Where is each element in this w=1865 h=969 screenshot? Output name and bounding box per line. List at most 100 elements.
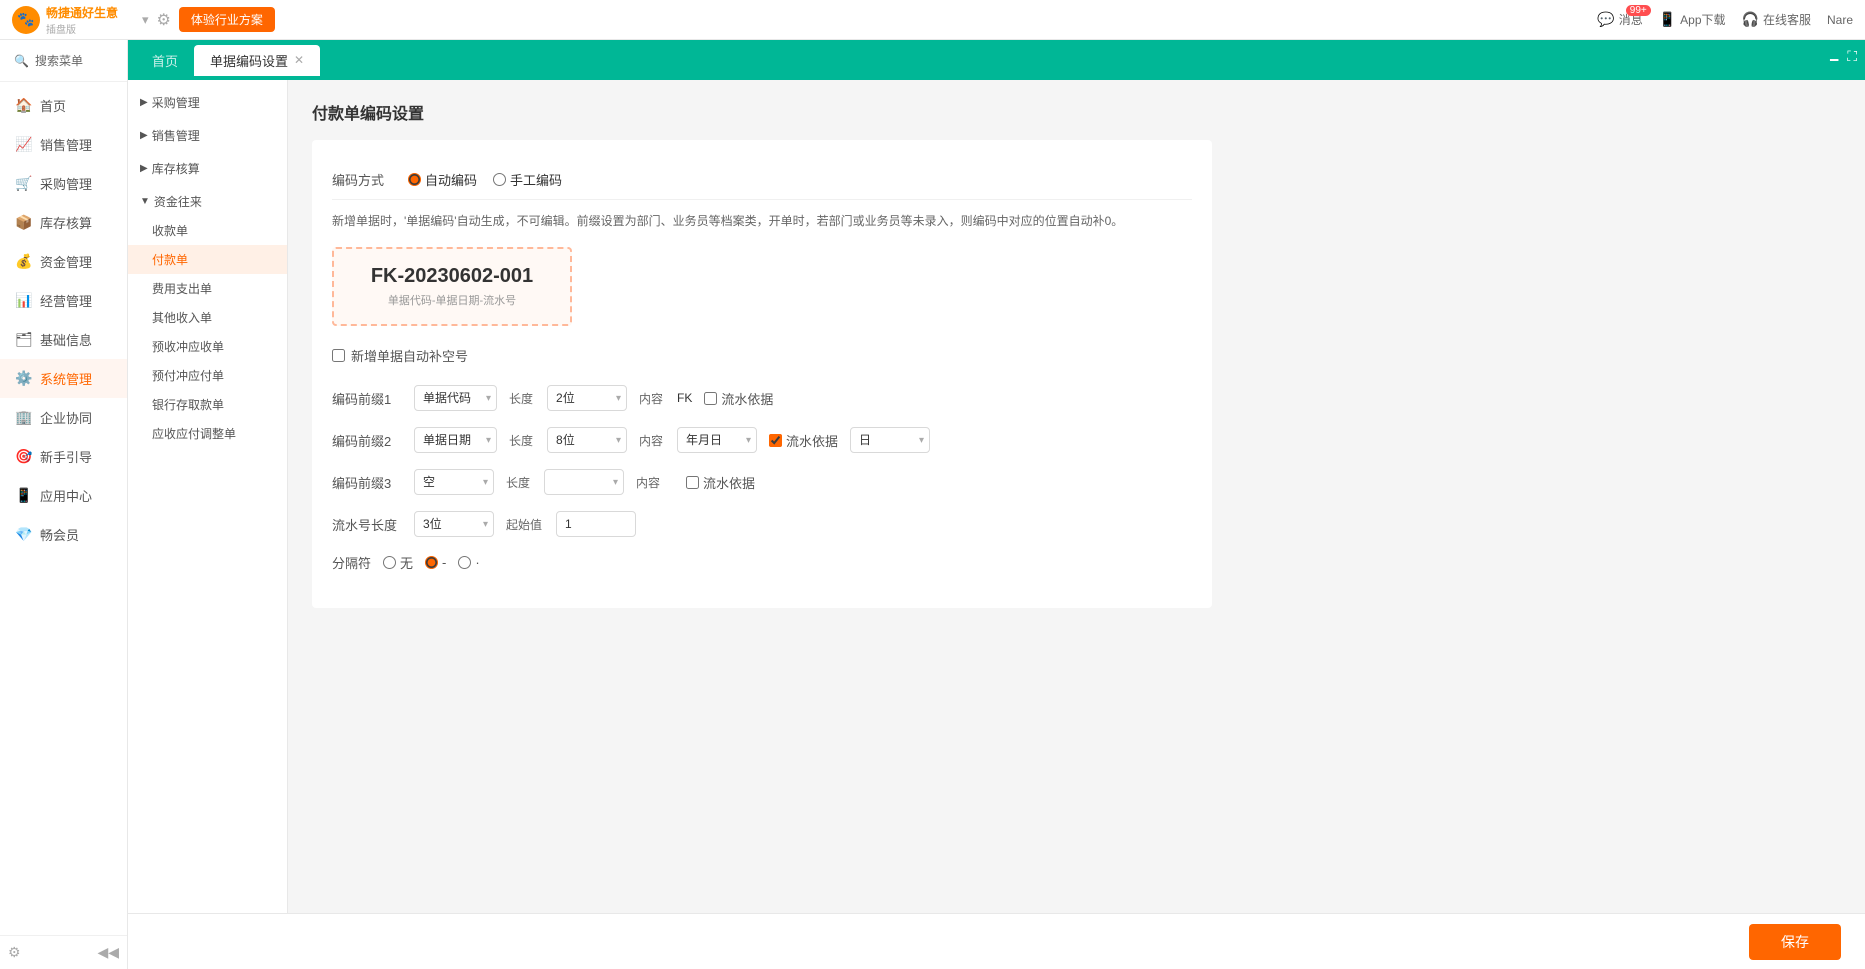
nav-item-payment[interactable]: 付款单 bbox=[128, 245, 287, 274]
enterprise-icon: 🏢 bbox=[16, 410, 32, 426]
sidebar-item-inventory[interactable]: 📦 库存核算 bbox=[0, 203, 127, 242]
member-icon: 💎 bbox=[16, 527, 32, 543]
main-content: 付款单编码设置 编码方式 自动编码 bbox=[288, 80, 1865, 913]
settings-icon[interactable]: ⚙ bbox=[157, 10, 171, 30]
sidebar-item-basic[interactable]: 🗂 基础信息 bbox=[0, 320, 127, 359]
prefix3-length-wrapper bbox=[544, 469, 624, 495]
collapse-arrow-icon: ▶ bbox=[140, 97, 148, 108]
prefix2-length-wrapper: 8位 bbox=[547, 427, 627, 453]
separator-dot2[interactable]: · bbox=[458, 555, 479, 570]
nav-group-inventory-header[interactable]: ▶ 库存核算 bbox=[128, 154, 287, 183]
logo-icon: 🐾 bbox=[12, 6, 40, 34]
bottom-bar: 保存 bbox=[128, 913, 1865, 969]
nav-item-bank[interactable]: 银行存取款单 bbox=[128, 390, 287, 419]
prefix1-length-select[interactable]: 2位 bbox=[547, 385, 627, 411]
header-left: 🐾 畅捷通好生意 插盘版 ▾ ⚙ 体验行业方案 bbox=[12, 4, 275, 36]
logo-text: 畅捷通好生意 插盘版 bbox=[46, 4, 118, 36]
separator-options: 无 - · bbox=[383, 553, 480, 572]
prefix1-label: 编码前缀1 bbox=[332, 389, 402, 408]
auto-encoding-option[interactable]: 自动编码 bbox=[408, 170, 477, 189]
start-value-input[interactable] bbox=[556, 511, 636, 537]
nav-item-expense[interactable]: 费用支出单 bbox=[128, 274, 287, 303]
prefix3-stream-checkbox[interactable]: 流水依据 bbox=[686, 473, 755, 492]
preview-code: FK-20230602-001 bbox=[354, 265, 550, 288]
serial-length-select[interactable]: 3位 bbox=[414, 511, 494, 537]
sidebar-item-enterprise[interactable]: 🏢 企业协同 bbox=[0, 398, 127, 437]
prefix1-length-wrapper: 2位 bbox=[547, 385, 627, 411]
separator-row: 分隔符 无 - bbox=[332, 553, 1192, 572]
collapse-arrow-icon: ▶ bbox=[140, 130, 148, 141]
prefix3-label: 编码前缀3 bbox=[332, 473, 402, 492]
search-icon: 🔍 bbox=[14, 54, 29, 68]
finance-icon: 💰 bbox=[16, 254, 32, 270]
preview-box: FK-20230602-001 单据代码-单据日期-流水号 bbox=[332, 247, 572, 326]
nav-group-funds: ▼ 资金往来 收款单 付款单 费用支出单 其他收入单 预收冲应收单 预付冲应付单… bbox=[128, 187, 287, 448]
second-sidebar: ▶ 采购管理 ▶ 销售管理 ▶ 库存核算 bbox=[128, 80, 288, 913]
nav-item-prepay-offset[interactable]: 预收冲应收单 bbox=[128, 332, 287, 361]
industry-btn[interactable]: 体验行业方案 bbox=[179, 7, 275, 32]
sidebar-item-purchase[interactable]: 🛒 采购管理 bbox=[0, 164, 127, 203]
prefix1-select[interactable]: 单据代码 bbox=[414, 385, 497, 411]
settings-footer-icon[interactable]: ⚙ bbox=[8, 944, 21, 961]
save-button[interactable]: 保存 bbox=[1749, 924, 1841, 960]
preview-desc: 单据代码-单据日期-流水号 bbox=[354, 292, 550, 308]
nav-group-funds-header[interactable]: ▼ 资金往来 bbox=[128, 187, 287, 216]
sidebar-item-system[interactable]: ⚙️ 系统管理 bbox=[0, 359, 127, 398]
nav-item-prepay-offset2[interactable]: 预付冲应付单 bbox=[128, 361, 287, 390]
prefix2-select[interactable]: 单据日期 bbox=[414, 427, 497, 453]
prefix3-length-select[interactable] bbox=[544, 469, 624, 495]
collapse-arrow-icon: ▶ bbox=[140, 163, 148, 174]
sidebar-item-member[interactable]: 💎 畅会员 bbox=[0, 515, 127, 554]
separator-none[interactable]: 无 bbox=[383, 553, 413, 572]
sidebar-search[interactable]: 🔍 搜索菜单 bbox=[0, 40, 127, 82]
prefix2-period-wrapper: 日 bbox=[850, 427, 930, 453]
manual-encoding-option[interactable]: 手工编码 bbox=[493, 170, 562, 189]
tab-minimize-icon[interactable]: 🗕 bbox=[1829, 48, 1839, 72]
tab-serial-setting[interactable]: 单据编码设置 ✕ bbox=[194, 45, 320, 76]
nav-group-inventory: ▶ 库存核算 bbox=[128, 154, 287, 183]
collapse-icon[interactable]: ◀◀ bbox=[97, 944, 119, 961]
sidebar-item-finance[interactable]: 💰 资金管理 bbox=[0, 242, 127, 281]
prefix2-content-select[interactable]: 年月日 bbox=[677, 427, 757, 453]
online-service-btn[interactable]: 🎧 在线客服 bbox=[1742, 11, 1811, 28]
operations-icon: 📊 bbox=[16, 293, 32, 309]
sidebar-item-guide[interactable]: 🎯 新手引导 bbox=[0, 437, 127, 476]
tab-bar-right: 🗕 ⛶ bbox=[1829, 48, 1857, 72]
encoding-type-row: 编码方式 自动编码 手工编码 bbox=[332, 160, 1192, 200]
prefix2-period-select[interactable]: 日 bbox=[850, 427, 930, 453]
auto-fill-checkbox[interactable] bbox=[332, 349, 345, 362]
home-icon: 🏠 bbox=[16, 98, 32, 114]
prefix2-label: 编码前缀2 bbox=[332, 431, 402, 450]
tab-home[interactable]: 首页 bbox=[136, 45, 194, 76]
prefix1-stream-checkbox[interactable]: 流水依据 bbox=[704, 389, 773, 408]
search-menu-btn[interactable]: 🔍 搜索菜单 bbox=[8, 48, 119, 73]
nav-group-sales-header[interactable]: ▶ 销售管理 bbox=[128, 121, 287, 150]
nav-item-receipt[interactable]: 收款单 bbox=[128, 216, 287, 245]
nav-group-purchase-header[interactable]: ▶ 采购管理 bbox=[128, 88, 287, 117]
inventory-icon: 📦 bbox=[16, 215, 32, 231]
sidebar-item-home[interactable]: 🏠 首页 bbox=[0, 86, 127, 125]
tab-expand-icon[interactable]: ⛶ bbox=[1847, 48, 1857, 72]
prefix2-length-select[interactable]: 8位 bbox=[547, 427, 627, 453]
nav-item-adjustment[interactable]: 应收应付调整单 bbox=[128, 419, 287, 448]
nav-group-sales: ▶ 销售管理 bbox=[128, 121, 287, 150]
sidebar-item-operations[interactable]: 📊 经营管理 bbox=[0, 281, 127, 320]
start-value-label: 起始值 bbox=[506, 516, 542, 533]
logo-area: 🐾 畅捷通好生意 插盘版 bbox=[12, 4, 118, 36]
message-btn[interactable]: 💬 消息 99+ bbox=[1597, 11, 1642, 28]
prefix3-select[interactable]: 空 bbox=[414, 469, 494, 495]
auto-fill-checkbox-label[interactable]: 新增单据自动补空号 bbox=[332, 346, 468, 365]
prefix2-stream-checkbox[interactable]: 流水依据 bbox=[769, 431, 838, 450]
app-download-btn[interactable]: 📱 App下载 bbox=[1659, 11, 1726, 28]
sales-icon: 📈 bbox=[16, 137, 32, 153]
sidebar-item-sales[interactable]: 📈 销售管理 bbox=[0, 125, 127, 164]
prefix3-select-wrapper: 空 bbox=[414, 469, 494, 495]
nav-item-other-income[interactable]: 其他收入单 bbox=[128, 303, 287, 332]
separator-dot[interactable]: - bbox=[425, 555, 446, 570]
nav-dropdown[interactable]: ▾ bbox=[142, 12, 149, 28]
prefix2-content-wrapper: 年月日 bbox=[677, 427, 757, 453]
tab-close-icon[interactable]: ✕ bbox=[294, 53, 304, 67]
sidebar-footer: ⚙ ◀◀ bbox=[0, 935, 127, 969]
prefix2-select-wrapper: 单据日期 bbox=[414, 427, 497, 453]
sidebar-item-apps[interactable]: 📱 应用中心 bbox=[0, 476, 127, 515]
